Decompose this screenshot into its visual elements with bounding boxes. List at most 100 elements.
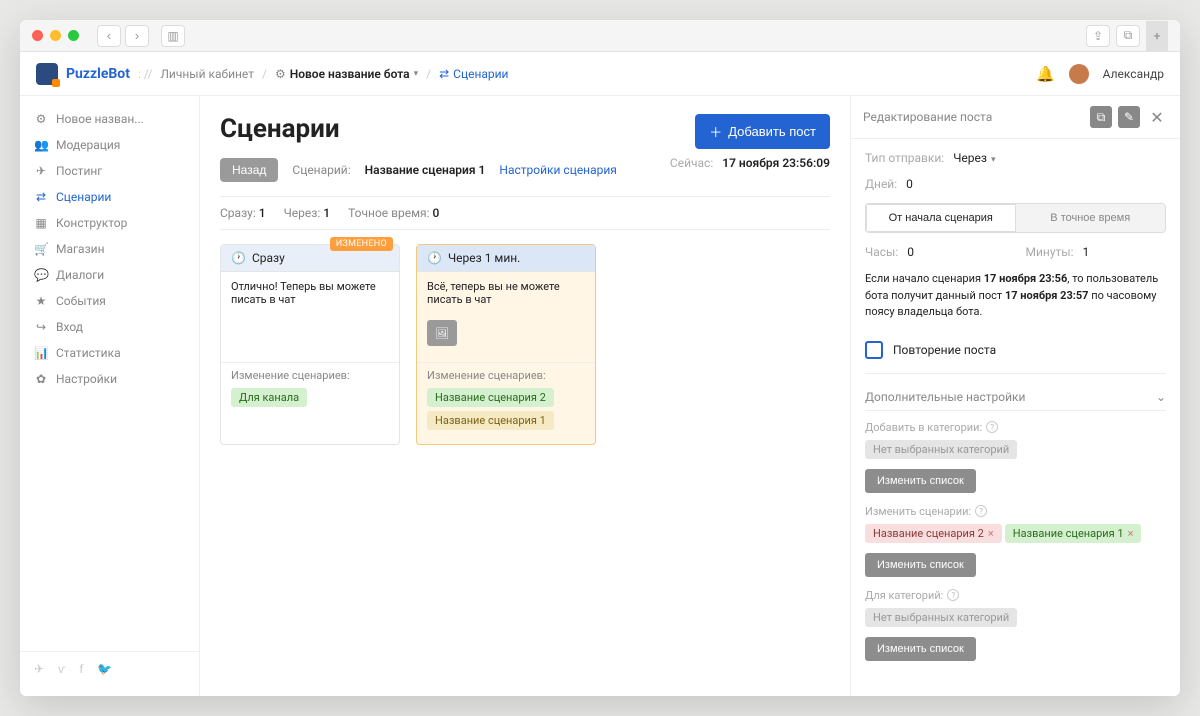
sidebar-toggle-icon[interactable]: ▥ <box>161 25 185 47</box>
sidebar-label: События <box>56 294 106 308</box>
sidebar-item-10[interactable]: ✿Настройки <box>20 366 199 392</box>
sidebar-social: ✈ ⱱ f 🐦 <box>20 651 199 686</box>
share-icon[interactable]: ⇪ <box>1086 25 1110 47</box>
copy-icon[interactable]: ⧉ <box>1090 106 1112 128</box>
sidebar-icon: 💬 <box>34 268 48 282</box>
toggle-from-start[interactable]: От начала сценария <box>866 204 1016 232</box>
schedule-note: Если начало сценария 17 ноября 23:56, то… <box>865 271 1166 321</box>
repeat-checkbox[interactable] <box>865 341 883 359</box>
sidebar-item-6[interactable]: 💬 Диалоги <box>20 262 199 288</box>
for-categories-label: Для категорий:? <box>865 589 1166 602</box>
clock-icon: 🕐 <box>231 251 246 265</box>
sidebar-item-2[interactable]: ✈ Постинг <box>20 158 199 184</box>
sidebar-icon: ▦ <box>34 216 48 230</box>
sidebar-item-1[interactable]: 👥 Модерация <box>20 132 199 158</box>
chevron-down-icon: ▾ <box>991 155 996 165</box>
sidebar-icon: 🛒 <box>34 242 48 256</box>
telegram-icon[interactable]: ✈ <box>34 662 44 676</box>
changed-badge: ИЗМЕНЕНО <box>330 237 393 251</box>
sidebar-icon: ↪ <box>34 320 48 334</box>
breadcrumb-bar: PuzzleBot : // Личный кабинет / ⚙ Новое … <box>20 52 1180 96</box>
scenario-label: Сценарий: <box>292 163 350 177</box>
sidebar-icon: ⇄ <box>34 190 48 204</box>
scenario-tag[interactable]: Для канала <box>231 388 307 407</box>
sidebar-item-3[interactable]: ⇄Сценарии <box>20 184 199 210</box>
sidebar-item-7[interactable]: ★ События <box>20 288 199 314</box>
sidebar-item-0[interactable]: ⚙Новое назван... <box>20 106 199 132</box>
sidebar-label: Вход <box>56 320 83 334</box>
scenario-tag[interactable]: Название сценария 1 <box>427 411 554 430</box>
post-card-1[interactable]: 🕐Через 1 мин.Всё, теперь вы не можете пи… <box>416 244 596 445</box>
sidebar-icon: ✈ <box>34 164 48 178</box>
sidebar-label: Модерация <box>56 138 120 152</box>
close-icon[interactable]: ✕ <box>1146 106 1168 128</box>
days-value[interactable]: 0 <box>906 177 913 191</box>
remove-tag-icon: × <box>988 527 994 540</box>
add-post-button[interactable]: ＋ Добавить пост <box>695 114 830 149</box>
tabs-icon[interactable]: ⧉ <box>1116 25 1140 47</box>
sidebar: ⚙Новое назван... 👥 Модерация ✈ Постинг ⇄Сцена… <box>20 96 200 696</box>
bc-scenarios[interactable]: Сценарии <box>453 67 508 81</box>
send-type-dropdown[interactable]: Через▾ <box>953 151 995 165</box>
username[interactable]: Александр <box>1103 67 1164 81</box>
plus-icon: ＋ <box>709 122 722 141</box>
pin-icon[interactable]: ✎ <box>1118 106 1140 128</box>
bot-icon: ⚙ <box>275 67 286 81</box>
minimize-window-icon[interactable] <box>50 30 61 41</box>
change-list-button-2[interactable]: Изменить список <box>865 553 976 577</box>
extra-settings-toggle[interactable]: Дополнительные настройки ⌄ <box>865 384 1166 411</box>
new-tab-button[interactable]: + <box>1146 21 1168 51</box>
bc-bot-name[interactable]: Новое название бота <box>290 67 410 81</box>
avatar[interactable] <box>1069 64 1089 84</box>
sidebar-icon: ★ <box>34 294 48 308</box>
change-list-button-3[interactable]: Изменить список <box>865 637 976 661</box>
facebook-icon[interactable]: f <box>79 662 83 676</box>
scenario-tag-2[interactable]: Название сценария 2× <box>865 524 1002 543</box>
brand-logo-icon <box>36 63 58 85</box>
sidebar-label: Настройки <box>56 372 117 386</box>
repeat-label: Повторение поста <box>893 343 996 357</box>
scenario-tag[interactable]: Название сценария 2 <box>427 388 554 407</box>
change-list-button-1[interactable]: Изменить список <box>865 469 976 493</box>
toggle-exact-time[interactable]: В точное время <box>1016 204 1166 232</box>
stats-row: Сразу: 1 Через: 1 Точное время: 0 <box>220 196 830 230</box>
close-window-icon[interactable] <box>32 30 43 41</box>
clock-icon: 🕐 <box>427 251 442 265</box>
sidebar-label: Диалоги <box>56 268 104 282</box>
sidebar-item-4[interactable]: ▦ Конструктор <box>20 210 199 236</box>
edit-panel: Редактирование поста ⧉ ✎ ✕ Тип отправки:… <box>850 96 1180 696</box>
sidebar-label: Конструктор <box>56 216 127 230</box>
bc-cabinet[interactable]: Личный кабинет <box>160 67 254 81</box>
maximize-window-icon[interactable] <box>68 30 79 41</box>
sidebar-item-8[interactable]: ↪ Вход <box>20 314 199 340</box>
image-icon[interactable]: 🖼 <box>427 320 457 346</box>
scenario-name: Название сценария 1 <box>365 163 486 177</box>
card-body: Всё, теперь вы не можете писать в чат🖼 <box>417 272 595 362</box>
panel-title: Редактирование поста <box>863 110 1090 124</box>
chevron-down-icon[interactable]: ▾ <box>414 69 419 79</box>
brand-name[interactable]: PuzzleBot <box>66 66 130 82</box>
scenario-settings-link[interactable]: Настройки сценария <box>499 163 617 177</box>
card-body: Отлично! Теперь вы можете писать в чат <box>221 272 399 362</box>
minutes-value[interactable]: 1 <box>1082 245 1089 259</box>
bc-separator: : // <box>138 67 152 81</box>
sidebar-icon: 👥 <box>34 138 48 152</box>
scenario-tag-1[interactable]: Название сценария 1× <box>1005 524 1142 543</box>
add-categories-label: Добавить в категории:? <box>865 421 1166 434</box>
nav-forward-button[interactable]: › <box>125 25 149 47</box>
sidebar-item-9[interactable]: 📊Статистика <box>20 340 199 366</box>
bell-icon[interactable]: 🔔 <box>1036 65 1055 83</box>
sidebar-item-5[interactable]: 🛒Магазин <box>20 236 199 262</box>
back-button[interactable]: Назад <box>220 158 278 182</box>
sidebar-icon: ⚙ <box>34 112 48 126</box>
twitter-icon[interactable]: 🐦 <box>97 662 112 676</box>
sidebar-label: Постинг <box>56 164 102 178</box>
nav-back-button[interactable]: ‹ <box>97 25 121 47</box>
info-icon: ? <box>975 505 987 517</box>
info-icon: ? <box>986 421 998 433</box>
window-controls <box>32 30 79 41</box>
vk-icon[interactable]: ⱱ <box>58 662 65 676</box>
card-header: 🕐Через 1 мин. <box>417 245 595 272</box>
hours-value[interactable]: 0 <box>907 245 914 259</box>
post-card-0[interactable]: ИЗМЕНЕНО🕐СразуОтлично! Теперь вы можете … <box>220 244 400 445</box>
